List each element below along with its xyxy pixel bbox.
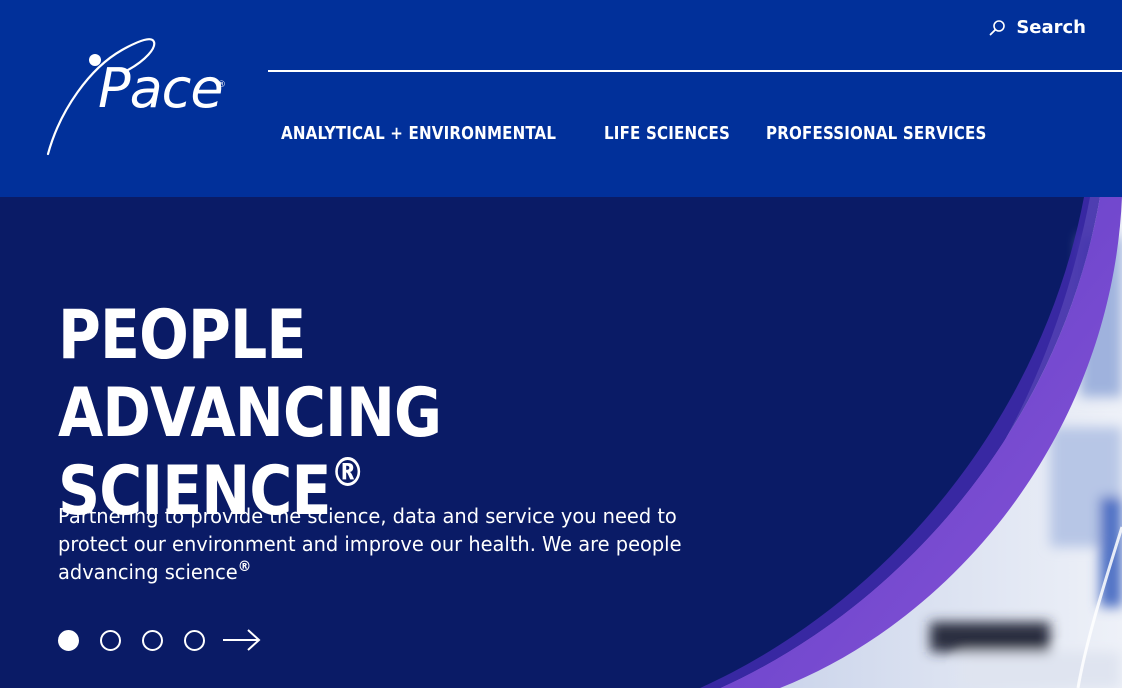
- nav-item-life-sciences[interactable]: LIFE SCIENCES: [604, 123, 730, 144]
- hero-title: PEOPLE ADVANCING SCIENCE®: [58, 297, 608, 531]
- arrow-right-icon[interactable]: [222, 628, 262, 652]
- hero-description-text: Partnering to provide the science, data …: [58, 504, 682, 584]
- carousel-dot-1[interactable]: [58, 629, 79, 651]
- carousel-dot-2[interactable]: [100, 629, 121, 651]
- nav-item-professional-services[interactable]: PROFESSIONAL SERVICES: [766, 123, 987, 144]
- search-button[interactable]: Search: [989, 17, 1086, 38]
- main-nav: ANALYTICAL + ENVIRONMENTAL LIFE SCIENCES…: [281, 123, 1004, 144]
- header-divider: [268, 70, 1122, 72]
- logo-registered-mark: ®: [217, 80, 226, 90]
- page: Pace ® Search ANALYTICAL + ENVIRONMENTAL…: [0, 0, 1122, 688]
- search-icon: [989, 20, 1006, 36]
- hero-description: Partnering to provide the science, data …: [58, 502, 727, 586]
- site-header: Pace ® Search ANALYTICAL + ENVIRONMENTAL…: [0, 0, 1122, 197]
- carousel-dot-4[interactable]: [184, 629, 205, 651]
- hero-description-registered-mark: ®: [237, 559, 252, 575]
- carousel-controls: [58, 628, 262, 652]
- hero-title-registered-mark: ®: [330, 450, 365, 496]
- nav-item-analytical-environmental[interactable]: ANALYTICAL + ENVIRONMENTAL: [281, 123, 556, 144]
- carousel-dot-3[interactable]: [142, 629, 163, 651]
- search-label: Search: [1016, 17, 1086, 38]
- hero-title-line1: PEOPLE ADVANCING: [58, 296, 442, 453]
- hero-banner: PEOPLE ADVANCING SCIENCE® Partnering to …: [0, 197, 1122, 688]
- logo-wordmark: Pace: [98, 57, 224, 120]
